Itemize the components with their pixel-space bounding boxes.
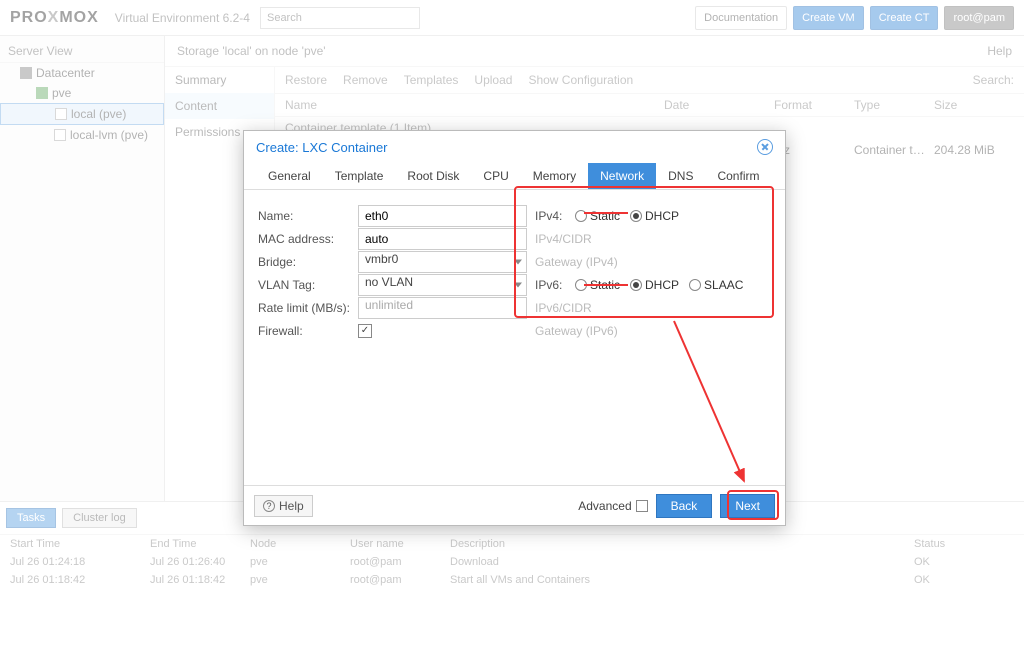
help-link[interactable]: Help <box>987 44 1012 58</box>
tab-confirm[interactable]: Confirm <box>705 163 771 189</box>
mac-label: MAC address: <box>258 232 358 246</box>
restore-button[interactable]: Restore <box>285 73 327 87</box>
ipv6-cidr-label: IPv6/CIDR <box>535 301 592 315</box>
ipv6-slaac-radio[interactable] <box>689 279 701 291</box>
create-lxc-dialog: Create: LXC Container General Template R… <box>243 130 786 526</box>
advanced-checkbox[interactable] <box>636 500 648 512</box>
version-label: Virtual Environment 6.2-4 <box>115 11 250 25</box>
dialog-title: Create: LXC Container <box>256 140 388 155</box>
create-vm-button[interactable]: Create VM <box>793 6 864 30</box>
tree-storage-local-lvm[interactable]: local-lvm (pve) <box>0 125 164 145</box>
rate-input[interactable]: unlimited <box>358 297 527 319</box>
documentation-button[interactable]: Documentation <box>695 6 787 30</box>
ipv4-gw-label: Gateway (IPv4) <box>535 255 618 269</box>
mac-input[interactable] <box>358 228 527 250</box>
tab-general[interactable]: General <box>256 163 323 189</box>
annotation-underline <box>584 212 628 214</box>
storage-icon <box>55 108 67 120</box>
user-menu-button[interactable]: root@pam <box>944 6 1014 30</box>
tree-storage-local[interactable]: local (pve) <box>0 103 164 125</box>
ipv4-dhcp-radio[interactable] <box>630 210 642 222</box>
logo: PROXMOX <box>10 9 99 27</box>
task-row[interactable]: Jul 26 01:18:42 Jul 26 01:18:42 pve root… <box>0 571 1024 589</box>
help-icon: ? <box>263 500 275 512</box>
next-button[interactable]: Next <box>720 494 775 518</box>
bridge-select[interactable]: vmbr0 <box>358 251 527 273</box>
tl-col-status[interactable]: Status <box>914 538 1014 550</box>
upload-button[interactable]: Upload <box>474 73 512 87</box>
templates-button[interactable]: Templates <box>404 73 459 87</box>
tree-view-selector[interactable]: Server View <box>0 40 164 63</box>
node-icon <box>36 87 48 99</box>
col-name[interactable]: Name <box>285 98 664 112</box>
subnav-summary[interactable]: Summary <box>165 67 274 93</box>
datacenter-icon <box>20 67 32 79</box>
col-type[interactable]: Type <box>854 98 934 112</box>
col-size[interactable]: Size <box>934 98 1014 112</box>
ipv6-gw-label: Gateway (IPv6) <box>535 324 618 338</box>
firewall-label: Firewall: <box>258 324 358 338</box>
back-button[interactable]: Back <box>656 494 713 518</box>
bridge-label: Bridge: <box>258 255 358 269</box>
ipv4-label: IPv4: <box>535 209 575 223</box>
ipv4-cidr-label: IPv4/CIDR <box>535 232 592 246</box>
show-config-button[interactable]: Show Configuration <box>528 73 633 87</box>
col-date[interactable]: Date <box>664 98 774 112</box>
name-label: Name: <box>258 209 358 223</box>
chevron-down-icon <box>514 282 522 287</box>
global-search-input[interactable] <box>260 7 420 29</box>
tab-network[interactable]: Network <box>588 163 656 189</box>
tab-root-disk[interactable]: Root Disk <box>395 163 471 189</box>
tree-datacenter[interactable]: Datacenter <box>0 63 164 83</box>
ipv6-label: IPv6: <box>535 278 575 292</box>
tab-template[interactable]: Template <box>323 163 396 189</box>
breadcrumb: Storage 'local' on node 'pve' <box>177 44 326 58</box>
tab-dns[interactable]: DNS <box>656 163 705 189</box>
tree-node-pve[interactable]: pve <box>0 83 164 103</box>
tl-col-node[interactable]: Node <box>250 538 350 550</box>
rate-label: Rate limit (MB/s): <box>258 301 358 315</box>
tl-col-desc[interactable]: Description <box>450 538 914 550</box>
content-search-label: Search: <box>973 73 1014 87</box>
tl-col-end[interactable]: End Time <box>150 538 250 550</box>
ipv6-dhcp-radio[interactable] <box>630 279 642 291</box>
name-input[interactable] <box>358 205 527 227</box>
chevron-down-icon <box>514 259 522 264</box>
advanced-toggle[interactable]: Advanced <box>578 499 647 513</box>
storage-icon <box>54 129 66 141</box>
firewall-checkbox[interactable]: ✓ <box>358 324 372 338</box>
remove-button[interactable]: Remove <box>343 73 388 87</box>
cluster-log-tab[interactable]: Cluster log <box>62 508 137 528</box>
vlan-label: VLAN Tag: <box>258 278 358 292</box>
vlan-select[interactable]: no VLAN <box>358 274 527 296</box>
help-button[interactable]: ?Help <box>254 495 313 517</box>
annotation-underline <box>584 284 628 286</box>
create-ct-button[interactable]: Create CT <box>870 6 939 30</box>
subnav-content[interactable]: Content <box>165 93 274 119</box>
close-icon[interactable] <box>757 139 773 155</box>
tasks-tab[interactable]: Tasks <box>6 508 56 528</box>
tab-cpu[interactable]: CPU <box>471 163 520 189</box>
task-row[interactable]: Jul 26 01:24:18 Jul 26 01:26:40 pve root… <box>0 553 1024 571</box>
col-format[interactable]: Format <box>774 98 854 112</box>
tl-col-user[interactable]: User name <box>350 538 450 550</box>
tab-memory[interactable]: Memory <box>521 163 588 189</box>
tl-col-start[interactable]: Start Time <box>10 538 150 550</box>
